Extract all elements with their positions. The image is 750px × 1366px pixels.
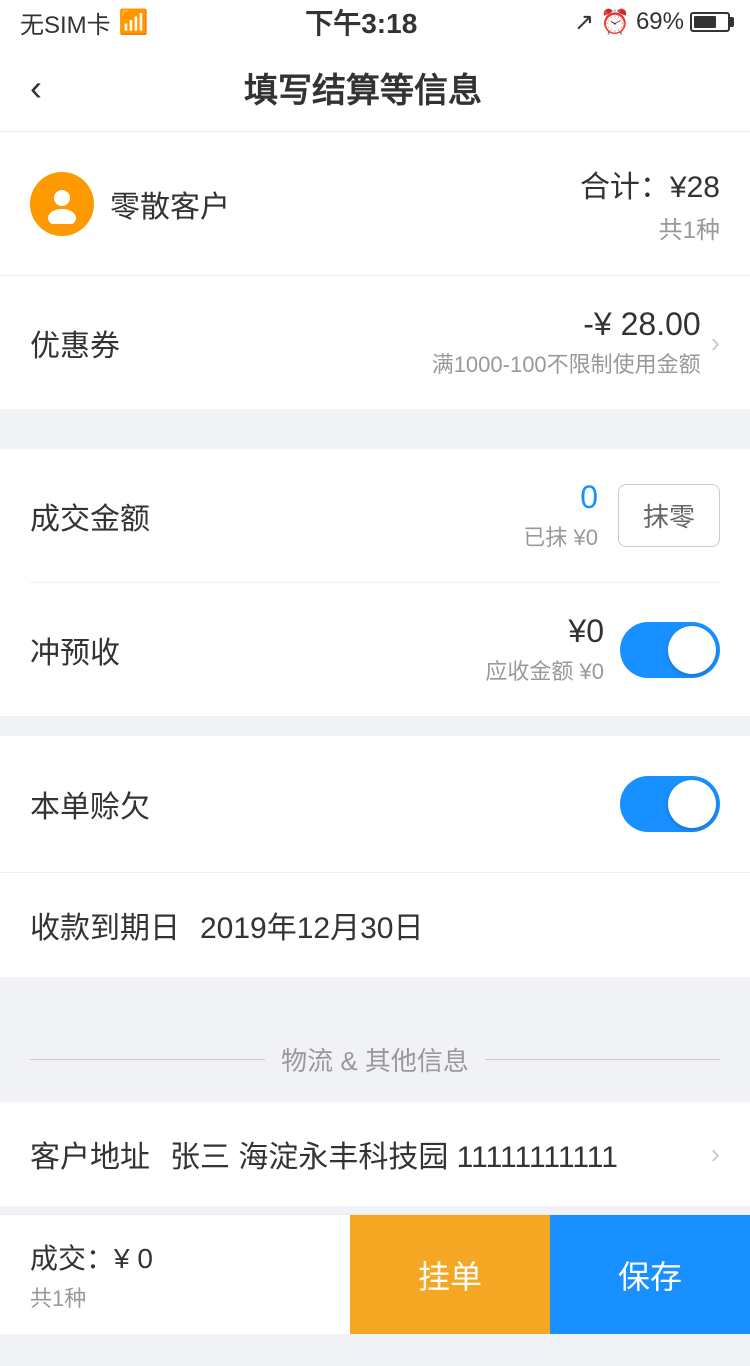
transaction-sub: 已抹 ¥0 bbox=[523, 520, 598, 552]
total-count: 共1种 bbox=[580, 210, 720, 245]
coupon-row[interactable]: 优惠券 -¥ 28.00 满1000-100不限制使用金额 › bbox=[0, 275, 750, 409]
customer-row: 零散客户 合计：¥28 共1种 bbox=[0, 132, 750, 275]
prepayment-right: ¥0 应收金额 ¥0 bbox=[485, 613, 720, 686]
divider-line-left bbox=[30, 1059, 265, 1060]
logistics-label: 物流 & 其他信息 bbox=[281, 1041, 469, 1078]
coupon-desc: 满1000-100不限制使用金额 bbox=[432, 347, 701, 379]
prepayment-label: 冲预收 bbox=[30, 628, 120, 672]
toggle-knob bbox=[668, 626, 716, 674]
bottom-actions: 挂单 保存 bbox=[350, 1215, 750, 1334]
customer-name: 零散客户 bbox=[110, 182, 230, 226]
user-icon bbox=[42, 184, 82, 224]
coupon-label: 优惠券 bbox=[30, 321, 120, 365]
status-bar: 无SIM卡 📶 下午3:18 ↗ ⏰ 69% bbox=[0, 0, 750, 44]
debt-toggle[interactable] bbox=[620, 776, 720, 832]
coupon-info: -¥ 28.00 满1000-100不限制使用金额 bbox=[432, 306, 701, 379]
status-time: 下午3:18 bbox=[305, 2, 417, 42]
hold-button[interactable]: 挂单 bbox=[350, 1215, 550, 1334]
customer-left: 零散客户 bbox=[30, 172, 230, 236]
coupon-right: -¥ 28.00 满1000-100不限制使用金额 › bbox=[432, 306, 720, 379]
transaction-row: 成交金额 0 已抹 ¥0 抹零 bbox=[30, 449, 720, 583]
round-button[interactable]: 抹零 bbox=[618, 484, 720, 547]
status-right: ↗ ⏰ 69% bbox=[574, 8, 730, 37]
bottom-summary: 成交：¥ 0 共1种 bbox=[0, 1237, 350, 1313]
deal-amount: ¥ 0 bbox=[114, 1243, 153, 1274]
deal-label: 成交： bbox=[30, 1243, 114, 1274]
bottom-bar: 成交：¥ 0 共1种 挂单 保存 bbox=[0, 1214, 750, 1334]
status-left: 无SIM卡 📶 bbox=[20, 5, 149, 40]
back-button[interactable]: ‹ bbox=[30, 67, 42, 109]
avatar bbox=[30, 172, 94, 236]
address-label: 客户地址 bbox=[30, 1132, 150, 1176]
due-date-value: 2019年12月30日 bbox=[200, 903, 423, 947]
chevron-right-icon: › bbox=[711, 327, 720, 359]
divider-line-right bbox=[485, 1059, 720, 1060]
due-date-row: 收款到期日 2019年12月30日 bbox=[0, 872, 750, 977]
customer-section: 零散客户 合计：¥28 共1种 优惠券 -¥ 28.00 满1000-100不限… bbox=[0, 132, 750, 409]
bottom-deal: 成交：¥ 0 bbox=[30, 1237, 320, 1277]
customer-right: 合计：¥28 共1种 bbox=[580, 162, 720, 245]
nav-bar: ‹ 填写结算等信息 bbox=[0, 44, 750, 132]
battery-icon bbox=[690, 12, 730, 32]
prepayment-toggle[interactable] bbox=[620, 622, 720, 678]
separator-2 bbox=[0, 716, 750, 736]
debt-row: 本单赊欠 bbox=[0, 736, 750, 872]
transaction-right: 0 已抹 ¥0 抹零 bbox=[523, 479, 720, 552]
address-chevron-icon: › bbox=[711, 1138, 720, 1170]
prepayment-amount: ¥0 bbox=[485, 613, 604, 650]
prepayment-sub: 应收金额 ¥0 bbox=[485, 654, 604, 686]
page-title: 填写结算等信息 bbox=[62, 63, 664, 112]
debt-label: 本单赊欠 bbox=[30, 782, 150, 826]
prepayment-value: ¥0 应收金额 ¥0 bbox=[485, 613, 604, 686]
separator-1 bbox=[0, 429, 750, 449]
battery-text: 69% bbox=[636, 8, 684, 36]
transaction-label: 成交金额 bbox=[30, 494, 150, 538]
separator-3 bbox=[0, 997, 750, 1017]
address-value: 张三 海淀永丰科技园 11111111111 bbox=[170, 1132, 691, 1176]
coupon-amount: -¥ 28.00 bbox=[432, 306, 701, 343]
debt-toggle-knob bbox=[668, 780, 716, 828]
prepayment-row: 冲预收 ¥0 应收金额 ¥0 bbox=[30, 583, 720, 716]
bottom-count: 共1种 bbox=[30, 1281, 320, 1313]
wifi-icon: 📶 bbox=[119, 8, 149, 37]
address-row[interactable]: 客户地址 张三 海淀永丰科技园 11111111111 › bbox=[0, 1102, 750, 1206]
signal-text: 无SIM卡 bbox=[20, 5, 111, 40]
logistics-divider: 物流 & 其他信息 bbox=[0, 1017, 750, 1102]
save-button[interactable]: 保存 bbox=[550, 1215, 750, 1334]
debt-section: 本单赊欠 收款到期日 2019年12月30日 bbox=[0, 736, 750, 977]
transaction-section: 成交金额 0 已抹 ¥0 抹零 冲预收 ¥0 应收金额 ¥0 bbox=[0, 449, 750, 716]
location-icon: ↗ bbox=[574, 8, 594, 37]
transaction-amount: 0 bbox=[523, 479, 598, 516]
transaction-value: 0 已抹 ¥0 bbox=[523, 479, 598, 552]
alarm-icon: ⏰ bbox=[600, 8, 630, 37]
total-amount: 合计：¥28 bbox=[580, 162, 720, 206]
due-date-label: 收款到期日 bbox=[30, 903, 180, 947]
